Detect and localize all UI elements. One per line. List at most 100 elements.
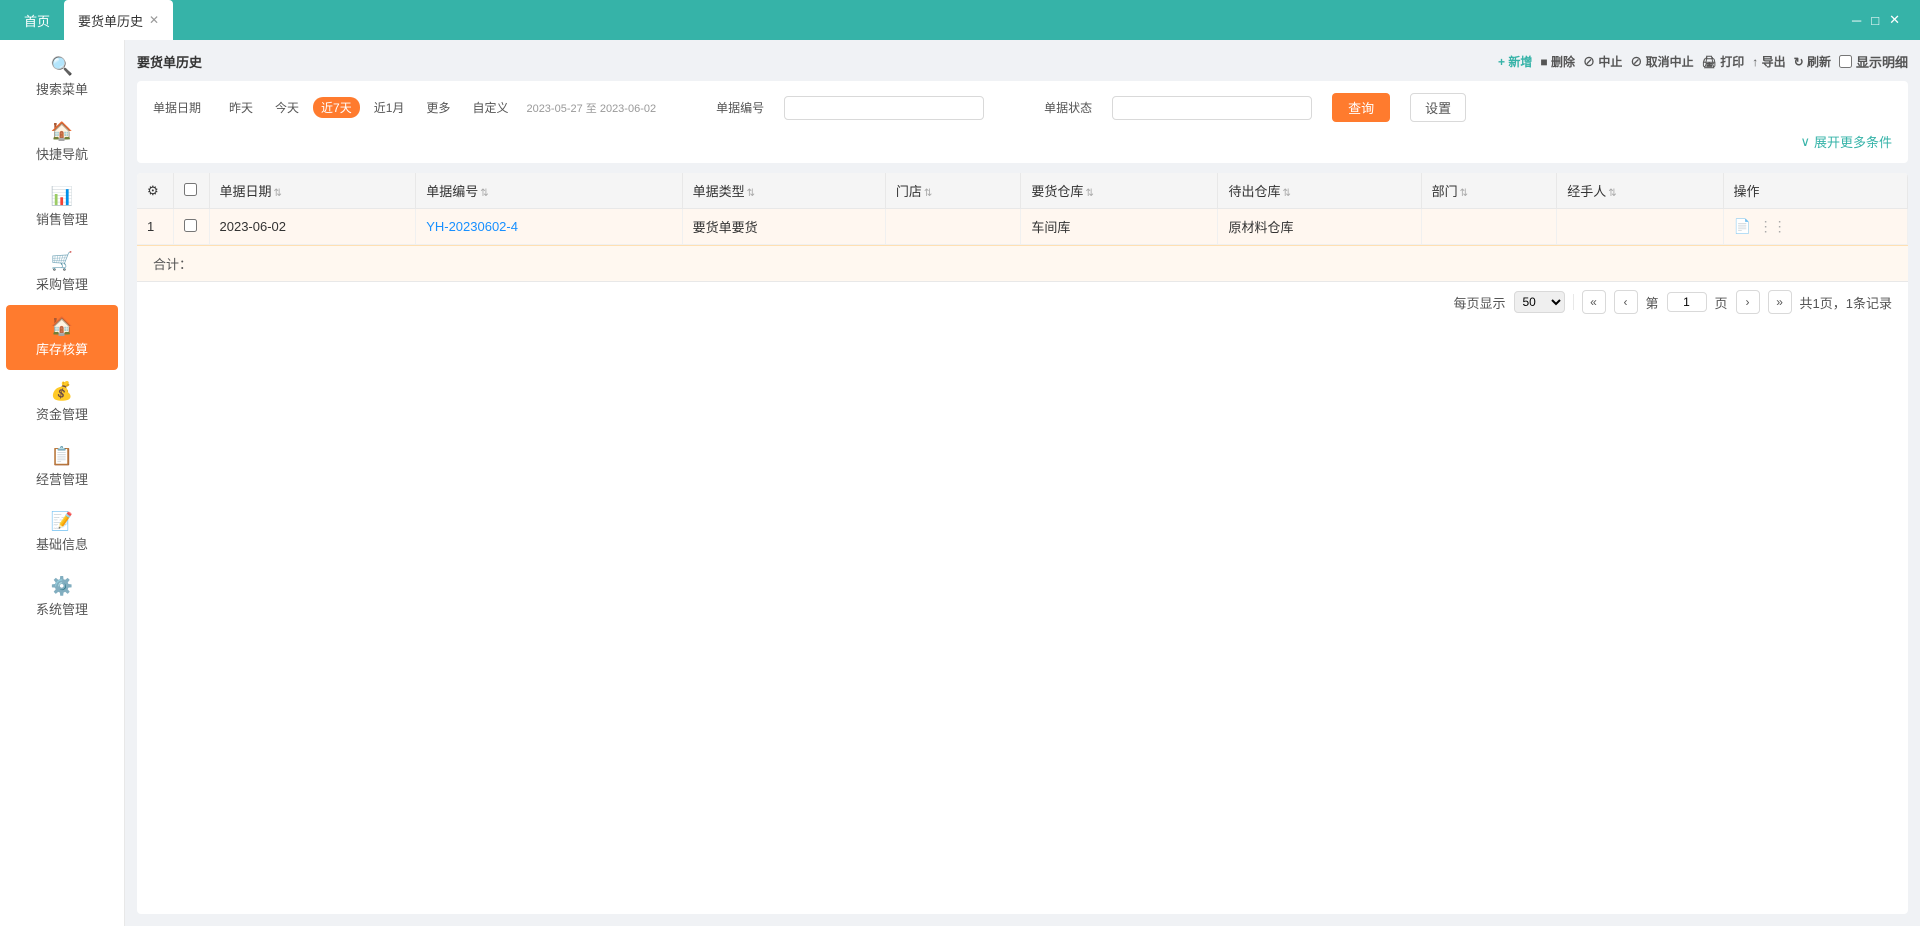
page-header: 要货单历史 + 新增 ■ 删除 ⊘ 中止 ⊘ 取消中止 🖨 打印 ↑ 导出 ↻ … [137,52,1908,71]
sidebar-item-quicknav-label: 快捷导航 [36,144,88,163]
sidebar-item-system[interactable]: ⚙️ 系统管理 [0,565,124,630]
date-btn-more[interactable]: 更多 [418,97,458,118]
sidebar-item-search-label: 搜索菜单 [36,79,88,98]
search-icon: 🔍 [51,57,73,75]
td-action: 📄 ⋮⋮ [1723,209,1907,245]
export-button[interactable]: ↑ 导出 [1752,53,1785,70]
current-page-input[interactable] [1667,292,1707,312]
date-btn-today[interactable]: 今天 [267,97,307,118]
sidebar-item-finance-label: 资金管理 [36,404,88,423]
sidebar-item-search[interactable]: 🔍 搜索菜单 [0,45,124,110]
settings-button[interactable]: 设置 [1410,93,1466,122]
expand-more-label: 展开更多条件 [1814,132,1892,151]
doc-status-select[interactable] [1112,96,1312,120]
sidebar-item-inventory-label: 库存核算 [36,339,88,358]
date-filter-label: 单据日期 [153,99,201,116]
filter-area: 单据日期 昨天 今天 近7天 近1月 更多 自定义 2023-05-27 至 2… [137,81,1908,163]
sidebar-item-sales-label: 销售管理 [36,209,88,228]
doc-number-input[interactable] [784,96,984,120]
th-department: 部门⇅ [1421,173,1557,209]
stop-button[interactable]: ⊘ 中止 [1583,53,1622,70]
date-btn-custom[interactable]: 自定义 [464,97,516,118]
refresh-button[interactable]: ↻ 刷新 [1794,53,1831,70]
per-page-select[interactable]: 50 10 20 100 [1514,291,1565,313]
edit-action-icon[interactable]: 📄 [1734,218,1751,234]
date-range-display: 2023-05-27 至 2023-06-02 [526,100,656,116]
sidebar-item-basic[interactable]: 📝 基础信息 [0,500,124,565]
system-icon: ⚙️ [51,577,73,595]
th-handler: 经手人⇅ [1557,173,1723,209]
tab-order-history[interactable]: 要货单历史 ✕ [64,0,173,40]
tab-close-icon[interactable]: ✕ [149,13,159,27]
sidebar-item-system-label: 系统管理 [36,599,88,618]
doc-status-label: 单据状态 [1044,99,1092,116]
summary-bar: 合计： [137,245,1908,281]
sidebar-item-inventory[interactable]: 🏠 库存核算 [6,305,118,370]
page-label-prefix: 第 [1646,293,1659,312]
sidebar-item-quicknav[interactable]: 🏠 快捷导航 [0,110,124,175]
total-info: 共1页，1条记录 [1800,293,1892,312]
date-btn-7days[interactable]: 近7天 [313,97,360,118]
td-department [1421,209,1557,245]
pagination-bar: 每页显示 50 10 20 100 « ‹ 第 页 › » 共1页，1条记录 [137,281,1908,322]
show-detail-toggle[interactable]: 显示明细 [1839,52,1908,71]
tab-home[interactable]: 首页 [10,0,64,40]
select-all-checkbox[interactable] [184,183,197,196]
td-date: 2023-06-02 [209,209,416,245]
print-button[interactable]: 🖨 打印 [1702,53,1745,70]
add-button[interactable]: + 新增 [1498,53,1532,70]
operation-icon: 📋 [51,447,73,465]
doc-no-link[interactable]: YH-20230602-4 [426,219,518,234]
td-store [885,209,1021,245]
delete-button[interactable]: ■ 删除 [1540,53,1575,70]
more-action-icon[interactable]: ⋮⋮ [1759,218,1787,234]
expand-more-button[interactable]: ∨ 展开更多条件 [1800,132,1892,151]
sidebar-item-operation[interactable]: 📋 经营管理 [0,435,124,500]
filter-row-1: 单据日期 昨天 今天 近7天 近1月 更多 自定义 2023-05-27 至 2… [153,93,1892,122]
sidebar-item-purchase-label: 采购管理 [36,274,88,293]
td-pending-warehouse: 原材料仓库 [1218,209,1421,245]
window-minimize-btn[interactable]: ─ [1852,13,1861,28]
th-req-warehouse: 要货仓库⇅ [1021,173,1218,209]
tab-order-history-label: 要货单历史 [78,11,143,30]
table-header-row: ⚙ 单据日期⇅ 单据编号⇅ 单据类型⇅ 门店⇅ 要货仓库⇅ 待出仓库⇅ 部门⇅ … [137,173,1908,209]
td-handler [1557,209,1723,245]
row-checkbox[interactable] [184,219,197,232]
window-close-btn[interactable]: ✕ [1889,12,1900,28]
sidebar-item-purchase[interactable]: 🛒 采购管理 [0,240,124,305]
home-icon: 🏠 [51,122,73,140]
next-page-btn[interactable]: › [1736,290,1760,314]
show-detail-checkbox[interactable] [1839,55,1852,68]
sidebar-item-finance[interactable]: 💰 资金管理 [0,370,124,435]
th-store: 门店⇅ [885,173,1021,209]
prev-page-btn[interactable]: ‹ [1614,290,1638,314]
query-button[interactable]: 查询 [1332,93,1390,122]
th-doc-no: 单据编号⇅ [416,173,682,209]
chevron-down-icon: ∨ [1800,134,1810,150]
date-btn-yesterday[interactable]: 昨天 [221,97,261,118]
data-table: ⚙ 单据日期⇅ 单据编号⇅ 单据类型⇅ 门店⇅ 要货仓库⇅ 待出仓库⇅ 部门⇅ … [137,173,1908,245]
cancel-stop-button[interactable]: ⊘ 取消中止 [1630,53,1693,70]
th-action: 操作 [1723,173,1907,209]
date-filter-buttons: 昨天 今天 近7天 近1月 更多 自定义 2023-05-27 至 2023-0… [221,97,656,118]
toolbar: + 新增 ■ 删除 ⊘ 中止 ⊘ 取消中止 🖨 打印 ↑ 导出 ↻ 刷新 显示明… [1498,52,1908,71]
last-page-btn[interactable]: » [1768,290,1792,314]
filter-row-2: ∨ 展开更多条件 [153,132,1892,151]
top-bar-right: ─ □ ✕ [1852,12,1910,28]
th-doc-type: 单据类型⇅ [682,173,885,209]
td-check [173,209,209,245]
sidebar-item-sales[interactable]: 📊 销售管理 [0,175,124,240]
sidebar-item-operation-label: 经营管理 [36,469,88,488]
td-doc-no: YH-20230602-4 [416,209,682,245]
sales-icon: 📊 [51,187,73,205]
basic-icon: 📝 [51,512,73,530]
first-page-btn[interactable]: « [1582,290,1606,314]
content-area: 要货单历史 + 新增 ■ 删除 ⊘ 中止 ⊘ 取消中止 🖨 打印 ↑ 导出 ↻ … [125,40,1920,926]
doc-number-label: 单据编号 [716,99,764,116]
window-maximize-btn[interactable]: □ [1871,13,1879,28]
th-date: 单据日期⇅ [209,173,416,209]
date-btn-1month[interactable]: 近1月 [366,97,413,118]
tab-home-label: 首页 [24,11,50,30]
divider-1 [1573,294,1574,310]
show-detail-label: 显示明细 [1856,52,1908,71]
